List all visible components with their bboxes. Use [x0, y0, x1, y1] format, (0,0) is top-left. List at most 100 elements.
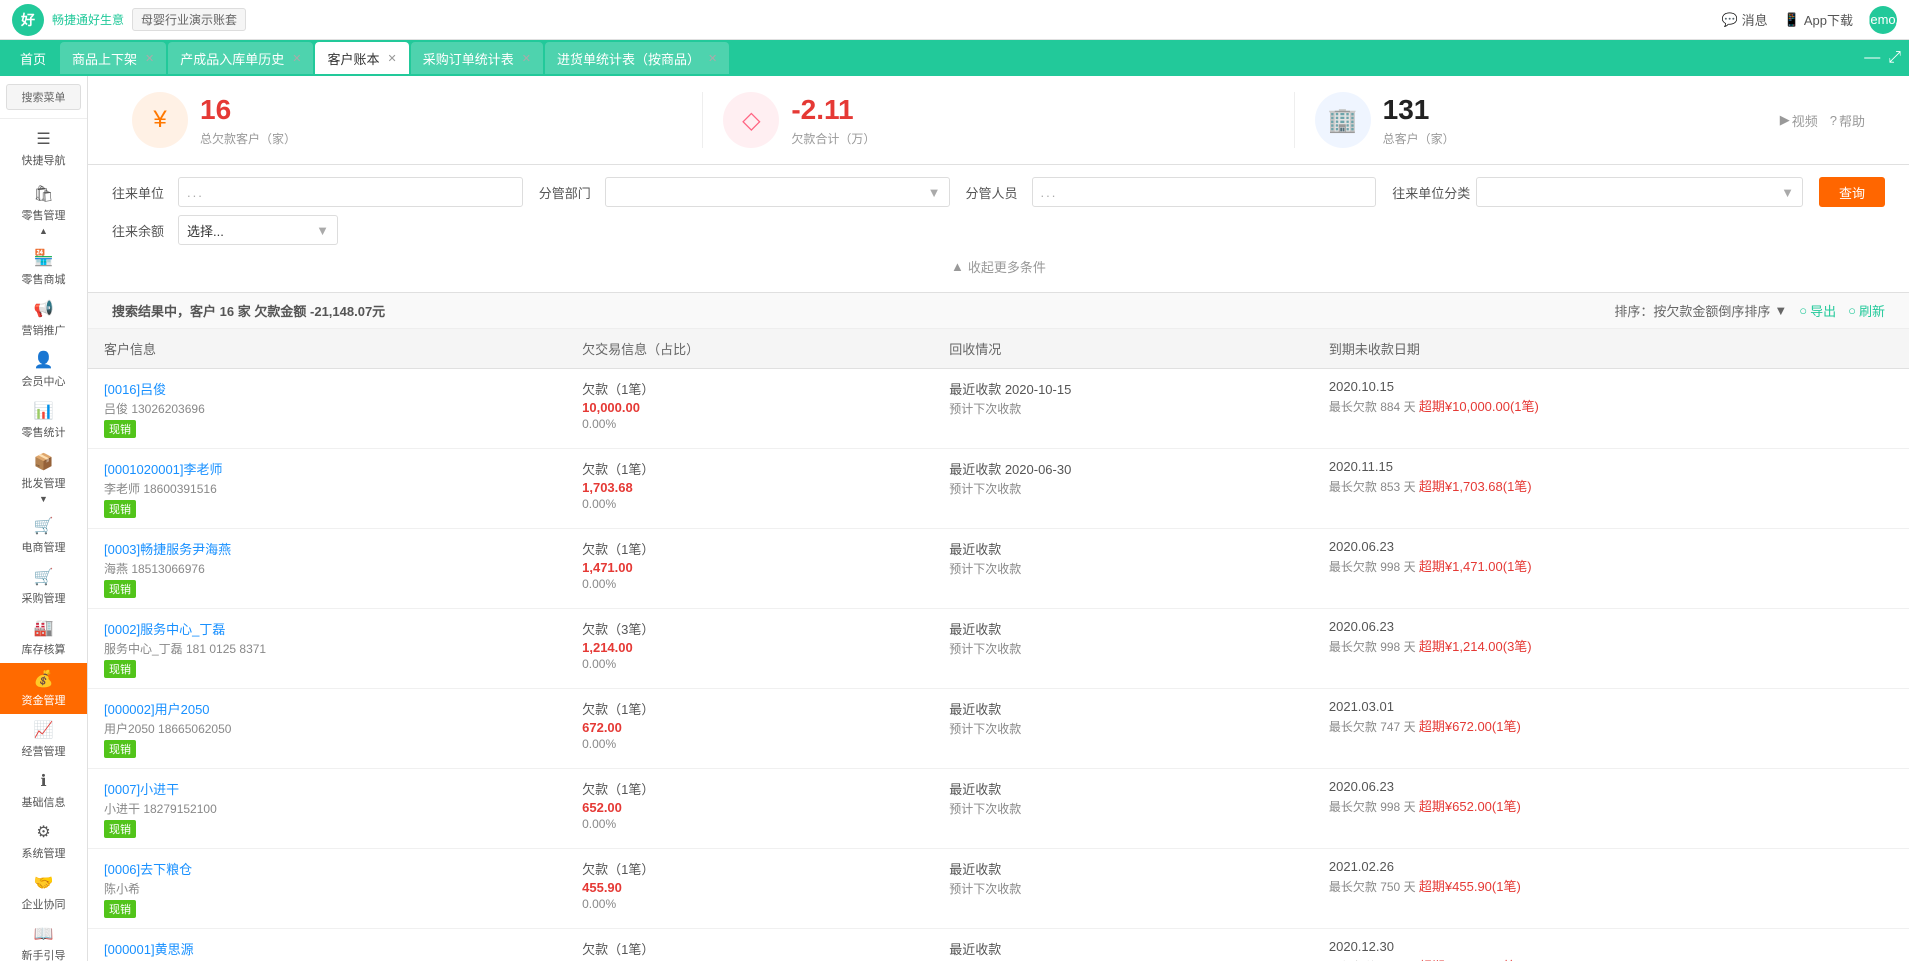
- category-select[interactable]: ▼: [1476, 177, 1803, 207]
- debt-amount-4[interactable]: 672.00: [582, 720, 917, 735]
- tab-goods-close[interactable]: ✕: [145, 52, 154, 65]
- tab-purchase-summary-close[interactable]: ✕: [522, 52, 531, 65]
- sidebar-item-basic-info[interactable]: ℹ 基础信息: [0, 765, 87, 816]
- stat-debt-customers-icon: ¥: [132, 92, 188, 148]
- debt-count-3: 欠款（3笔）: [582, 619, 917, 638]
- person-input[interactable]: ...: [1032, 177, 1377, 207]
- sidebar-item-retail-mall[interactable]: 🏪 零售商城: [0, 242, 87, 293]
- sidebar-item-finance[interactable]: 💰 资金管理: [0, 663, 87, 714]
- collapse-btn[interactable]: ▲ 收起更多条件: [951, 257, 1046, 276]
- industry-selector[interactable]: 母婴行业演示账套: [132, 8, 246, 31]
- collect-date-1: 最近收款 2020-06-30: [949, 459, 1297, 478]
- sidebar-item-enterprise-collab[interactable]: 🤝 企业协同: [0, 867, 87, 918]
- from-unit-input[interactable]: ...: [178, 177, 523, 207]
- tab-product-history[interactable]: 产成品入库单历史 ✕: [168, 42, 313, 74]
- message-btn[interactable]: 💬 消息: [1721, 10, 1767, 29]
- export-btn[interactable]: ○ 导出: [1799, 301, 1836, 320]
- tab-purchase-stats[interactable]: 进货单统计表（按商品） ✕: [545, 42, 729, 74]
- table-row: [0007]小进干 小进干 18279152100 现销 欠款（1笔） 652.…: [88, 769, 1909, 849]
- overdue-link-6[interactable]: 超期¥455.90(1笔): [1419, 879, 1521, 894]
- overdue-link-3[interactable]: 超期¥1,214.00(3笔): [1419, 639, 1532, 654]
- dept-select[interactable]: ▼: [605, 177, 950, 207]
- sidebar-item-retail-mgmt[interactable]: 🛍 零售管理 ▲: [0, 178, 87, 242]
- stat-total-customers: 🏢 131 总客户（家） ▶ 视频 ? 帮助: [1294, 92, 1885, 148]
- tab-product-history-close[interactable]: ✕: [292, 52, 301, 65]
- customer-name-5[interactable]: [0007]小进干: [104, 779, 550, 798]
- tab-purchase-stats-close[interactable]: ✕: [708, 52, 717, 65]
- category-label: 往来单位分类: [1392, 183, 1470, 202]
- overdue-link-1[interactable]: 超期¥1,703.68(1笔): [1419, 479, 1532, 494]
- sidebar-item-wholesale[interactable]: 📦 批发管理 ▼: [0, 446, 87, 510]
- customer-name-6[interactable]: [0006]去下粮仓: [104, 859, 550, 878]
- search-button[interactable]: 查询: [1819, 177, 1885, 207]
- stat-debt-amount: ◇ -2.11 欠款合计（万）: [702, 92, 1293, 148]
- overdue-link-0[interactable]: 超期¥10,000.00(1笔): [1419, 399, 1539, 414]
- cell-due-2: 2020.06.23 最长欠款 998 天 超期¥1,471.00(1笔): [1313, 529, 1909, 609]
- customer-tag-5: 现销: [104, 820, 136, 838]
- beginner-icon: 📖: [34, 924, 54, 944]
- sort-select[interactable]: 排序：按欠款金额倒序排序 ▼: [1614, 301, 1787, 320]
- app-download-btn[interactable]: 📱 App下载: [1784, 10, 1853, 29]
- overdue-link-2[interactable]: 超期¥1,471.00(1笔): [1419, 559, 1532, 574]
- stat-debt-customers-info: 16 总欠款客户（家）: [200, 93, 296, 148]
- overdue-link-5[interactable]: 超期¥652.00(1笔): [1419, 799, 1521, 814]
- due-date-3: 2020.06.23: [1329, 619, 1893, 634]
- debt-count-5: 欠款（1笔）: [582, 779, 917, 798]
- video-link[interactable]: ▶ 视频: [1780, 111, 1818, 130]
- search-menu-btn[interactable]: 搜索菜单: [6, 84, 81, 110]
- tab-home[interactable]: 首页: [8, 42, 58, 74]
- sidebar-item-ecommerce[interactable]: 🛒 电商管理: [0, 510, 87, 561]
- purchase-icon: 🛒: [34, 567, 54, 587]
- customer-name-1[interactable]: [0001020001]李老师: [104, 459, 550, 478]
- tab-minimize-btn[interactable]: —: [1864, 49, 1880, 67]
- user-menu[interactable]: demo2: [1869, 6, 1897, 34]
- customer-tag-4: 现销: [104, 740, 136, 758]
- tab-customer-account-close[interactable]: ✕: [388, 52, 397, 65]
- member-icon: 👤: [34, 350, 54, 370]
- customer-name-4[interactable]: [000002]用户2050: [104, 699, 550, 718]
- stat-total-customers-label: 总客户（家）: [1383, 130, 1455, 147]
- debt-amount-6[interactable]: 455.90: [582, 880, 917, 895]
- cell-collect-4: 最近收款 预计下次收款: [933, 689, 1313, 769]
- sidebar-item-beginner[interactable]: 📖 新手引导: [0, 918, 87, 961]
- sidebar-item-system[interactable]: ⚙ 系统管理: [0, 816, 87, 867]
- debt-amount-2[interactable]: 1,471.00: [582, 560, 917, 575]
- overdue-link-4[interactable]: 超期¥672.00(1笔): [1419, 719, 1521, 734]
- marketing-icon: 📢: [34, 299, 54, 319]
- debt-count-4: 欠款（1笔）: [582, 699, 917, 718]
- balance-select[interactable]: 选择... ▼: [178, 215, 338, 245]
- sidebar-item-inventory[interactable]: 🏭 库存核算: [0, 612, 87, 663]
- cell-debt-3: 欠款（3笔） 1,214.00 0.00%: [566, 609, 933, 689]
- filter-row-2: 往来余额 选择... ▼: [112, 215, 1885, 245]
- sidebar-item-purchase[interactable]: 🛒 采购管理: [0, 561, 87, 612]
- refresh-btn[interactable]: ○ 刷新: [1848, 301, 1885, 320]
- sidebar-item-operations[interactable]: 📈 经营管理: [0, 714, 87, 765]
- sidebar-item-retail-stats[interactable]: 📊 零售统计: [0, 395, 87, 446]
- dept-arrow: ▼: [928, 185, 941, 200]
- sort-label: 排序：按欠款金额倒序排序: [1614, 301, 1770, 320]
- debt-amount-5[interactable]: 652.00: [582, 800, 917, 815]
- debt-amount-3[interactable]: 1,214.00: [582, 640, 917, 655]
- customer-name-3[interactable]: [0002]服务中心_丁磊: [104, 619, 550, 638]
- collect-date-4: 最近收款: [949, 699, 1297, 718]
- sidebar-item-quick-nav[interactable]: ☰ 快捷导航: [0, 123, 87, 174]
- debt-amount-0[interactable]: 10,000.00: [582, 400, 917, 415]
- help-link[interactable]: ? 帮助: [1830, 111, 1865, 130]
- tab-maximize-btn[interactable]: ⤢: [1888, 49, 1901, 67]
- sidebar-item-marketing[interactable]: 📢 营销推广: [0, 293, 87, 344]
- tab-customer-account[interactable]: 客户账本 ✕: [315, 42, 408, 74]
- collect-sub-1: 预计下次收款: [949, 480, 1297, 497]
- customer-name-0[interactable]: [0016]吕俊: [104, 379, 550, 398]
- tab-purchase-summary[interactable]: 采购订单统计表 ✕: [411, 42, 543, 74]
- customer-name-7[interactable]: [000001]黄思源: [104, 939, 550, 958]
- sidebar-item-member[interactable]: 👤 会员中心: [0, 344, 87, 395]
- overdue-info-6: 最长欠款 750 天 超期¥455.90(1笔): [1329, 876, 1893, 895]
- debt-amount-1[interactable]: 1,703.68: [582, 480, 917, 495]
- customer-name-2[interactable]: [0003]畅捷服务尹海燕: [104, 539, 550, 558]
- tab-goods[interactable]: 商品上下架 ✕: [60, 42, 166, 74]
- cell-due-7: 2020.12.30 最长欠款 808 天 超期¥429.00(1笔): [1313, 929, 1909, 961]
- cell-collect-6: 最近收款 预计下次收款: [933, 849, 1313, 929]
- collect-date-6: 最近收款: [949, 859, 1297, 878]
- inventory-icon: 🏭: [34, 618, 54, 638]
- sidebar-quick-nav: ☰ 快捷导航: [0, 119, 87, 178]
